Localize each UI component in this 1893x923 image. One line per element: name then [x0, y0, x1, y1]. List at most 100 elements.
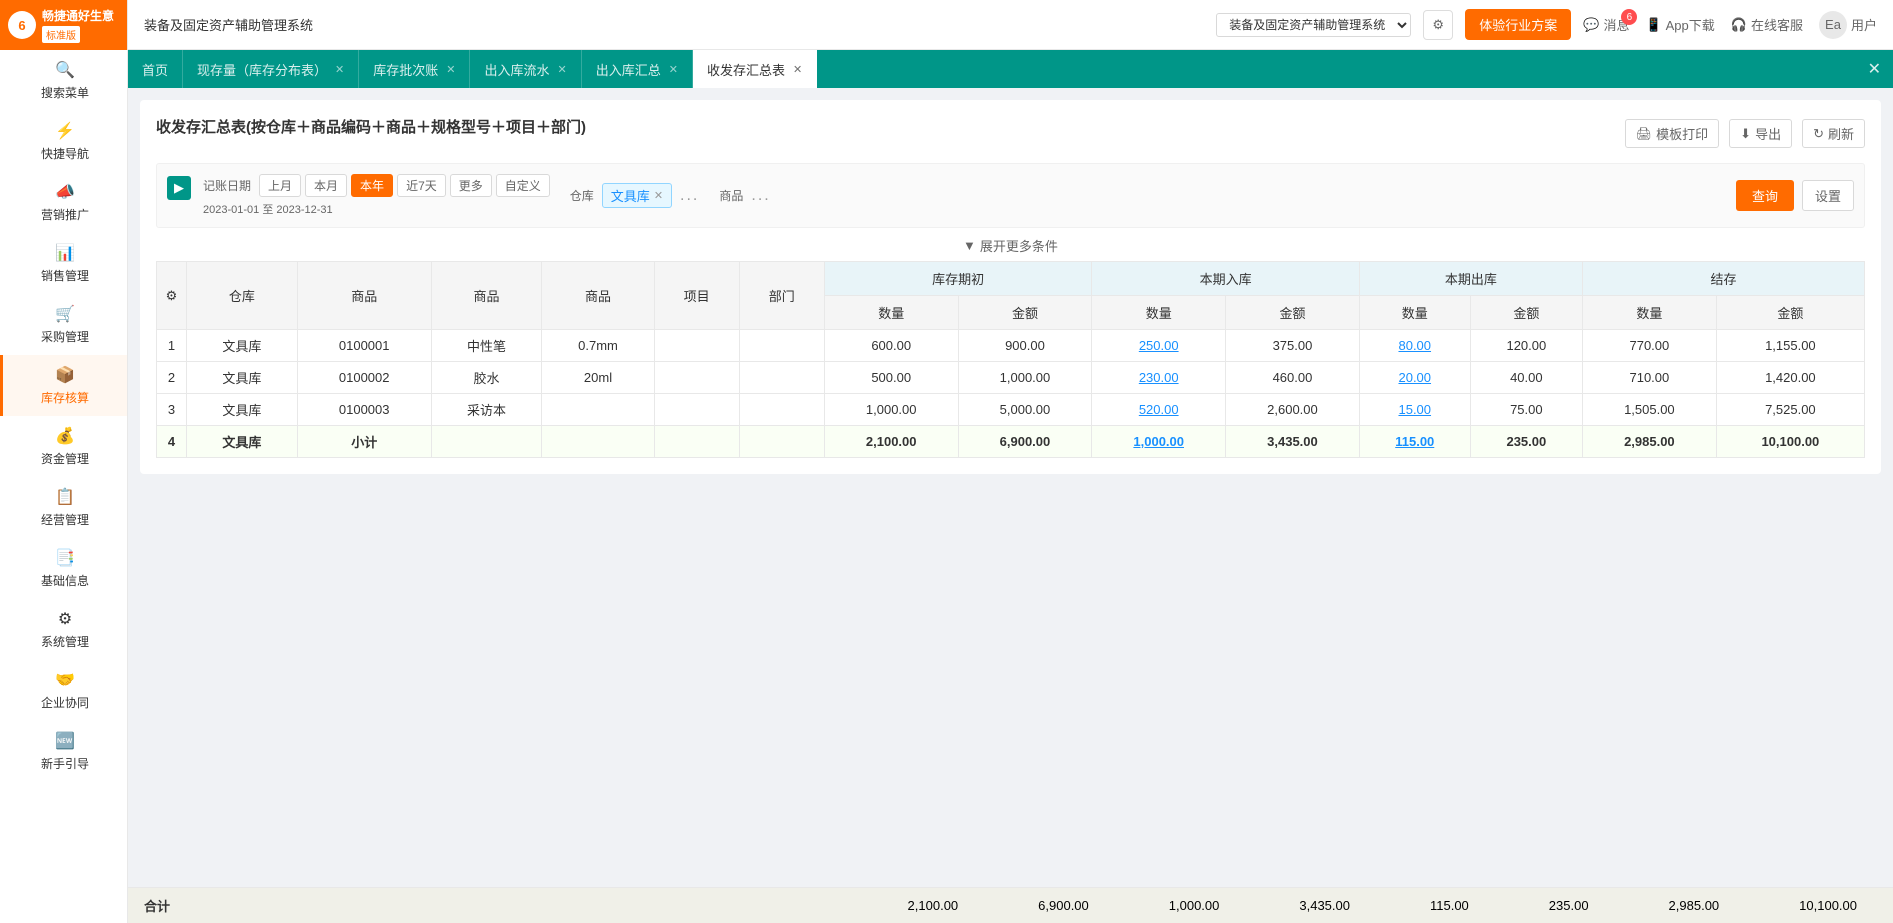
date-btn-last-month[interactable]: 上月	[259, 174, 301, 197]
page-content: 收发存汇总表(按仓库＋商品编码＋商品＋规格型号＋项目＋部门) 🖨 模板打印 ⬇ …	[128, 88, 1893, 887]
subtotal-in-amount: 3,435.00	[1226, 426, 1360, 458]
goods-dots[interactable]: ...	[751, 187, 770, 205]
col-in-qty: 数量	[1092, 296, 1226, 330]
date-btn-this-year[interactable]: 本年	[351, 174, 393, 197]
print-button[interactable]: 🖨 模板打印	[1625, 119, 1720, 148]
export-button[interactable]: ⬇ 导出	[1729, 119, 1792, 148]
megaphone-icon: 📣	[55, 182, 75, 202]
subtotal-row: 4 文具库 小计 2,100.00 6,900.00 1,000.00 3,43…	[157, 426, 1865, 458]
warehouse-tag: 文具库 ✕	[602, 183, 672, 208]
sidebar-item-basics[interactable]: 📑 基础信息	[0, 538, 127, 599]
tab-stock-dist[interactable]: 现存量（库存分布表） ✕	[183, 50, 359, 88]
date-btn-more[interactable]: 更多	[450, 174, 492, 197]
total-opening-amount: 6,900.00	[1038, 898, 1089, 913]
sidebar-item-sales[interactable]: 📊 销售管理	[0, 233, 127, 294]
settings-button[interactable]: ⚙	[1423, 10, 1453, 40]
row1-out-qty[interactable]: 80.00	[1359, 330, 1470, 362]
tab-inout-flow[interactable]: 出入库流水 ✕	[470, 50, 581, 88]
total-opening-qty: 2,100.00	[908, 898, 959, 913]
sidebar-item-purchase[interactable]: 🛒 采购管理	[0, 294, 127, 355]
col-group-opening: 库存期初	[824, 262, 1092, 296]
sidebar-item-marketing[interactable]: 📣 营销推广	[0, 172, 127, 233]
row3-in-qty[interactable]: 520.00	[1092, 394, 1226, 426]
col-in-amount: 金额	[1226, 296, 1360, 330]
row3-closing-qty: 1,505.00	[1583, 394, 1717, 426]
close-all-tabs-button[interactable]: ✕	[1856, 59, 1893, 79]
collapse-filter-button[interactable]: ▶	[167, 176, 191, 200]
row2-in-qty[interactable]: 230.00	[1092, 362, 1226, 394]
message-action[interactable]: 💬 消息 6	[1583, 15, 1629, 34]
row2-dept	[739, 362, 824, 394]
row2-out-qty[interactable]: 20.00	[1359, 362, 1470, 394]
warehouse-dots[interactable]: ...	[680, 187, 699, 205]
sidebar-item-finance[interactable]: 💰 资金管理	[0, 416, 127, 477]
table-settings-col[interactable]: ⚙	[157, 262, 187, 330]
tab-receipt-summary[interactable]: 收发存汇总表 ✕	[693, 50, 817, 88]
message-badge: 6	[1621, 9, 1637, 25]
row3-warehouse: 文具库	[187, 394, 298, 426]
tab-close-inout-summary[interactable]: ✕	[669, 63, 678, 76]
row3-out-amount: 75.00	[1470, 394, 1582, 426]
top-header: 装备及固定资产辅助管理系统 装备及固定资产辅助管理系统 ⚙ 体验行业方案 💬 消…	[128, 0, 1893, 50]
message-icon: 💬	[1583, 17, 1599, 33]
sidebar-item-inventory[interactable]: 📦 库存核算	[0, 355, 127, 416]
refresh-button[interactable]: ↻ 刷新	[1802, 119, 1865, 148]
row2-code: 0100002	[297, 362, 431, 394]
set-button[interactable]: 设置	[1802, 180, 1854, 211]
col-header-project: 项目	[654, 262, 739, 330]
row3-in-amount: 2,600.00	[1226, 394, 1360, 426]
handshake-icon: 🤝	[55, 670, 75, 690]
app-download-action[interactable]: 📱 App下载	[1645, 15, 1714, 34]
query-button[interactable]: 查询	[1736, 180, 1794, 211]
tabs-bar: 首页 现存量（库存分布表） ✕ 库存批次账 ✕ 出入库流水 ✕ 出入库汇总 ✕ …	[128, 50, 1893, 88]
row3-code: 0100003	[297, 394, 431, 426]
col-closing-amount: 金额	[1716, 296, 1864, 330]
subtotal-out-qty[interactable]: 115.00	[1359, 426, 1470, 458]
subtotal-opening-qty: 2,100.00	[824, 426, 958, 458]
online-service-action[interactable]: 🎧 在线客服	[1731, 15, 1803, 34]
col-header-dept: 部门	[739, 262, 824, 330]
tab-close-receipt-summary[interactable]: ✕	[793, 63, 802, 76]
system-dropdown[interactable]: 装备及固定资产辅助管理系统	[1216, 13, 1411, 37]
date-btn-this-month[interactable]: 本月	[305, 174, 347, 197]
date-label: 记账日期	[203, 177, 251, 194]
row1-spec: 0.7mm	[542, 330, 654, 362]
date-btn-7days[interactable]: 近7天	[397, 174, 446, 197]
chevron-down-icon: ▼	[963, 238, 976, 253]
sidebar-item-search[interactable]: 🔍 搜索菜单	[0, 50, 127, 111]
gear-icon: ⚙	[58, 609, 72, 629]
row3-dept	[739, 394, 824, 426]
row3-out-qty[interactable]: 15.00	[1359, 394, 1470, 426]
try-button[interactable]: 体验行业方案	[1465, 9, 1571, 40]
sidebar-item-newbie[interactable]: 🆕 新手引导	[0, 721, 127, 782]
subtotal-in-qty[interactable]: 1,000.00	[1092, 426, 1226, 458]
row1-project	[654, 330, 739, 362]
sidebar-nav: 🔍 搜索菜单 ⚡ 快捷导航 📣 营销推广 📊 销售管理 🛒 采购管理 📦 库存核…	[0, 50, 127, 923]
sidebar-item-operations[interactable]: 📋 经营管理	[0, 477, 127, 538]
row2-project	[654, 362, 739, 394]
total-closing-amount: 10,100.00	[1799, 898, 1857, 913]
subtotal-out-amount: 235.00	[1470, 426, 1582, 458]
tab-inout-summary[interactable]: 出入库汇总 ✕	[582, 50, 693, 88]
subtotal-warehouse: 文具库	[187, 426, 298, 458]
print-icon: 🖨	[1636, 126, 1653, 142]
expand-more-button[interactable]: ▼ 展开更多条件	[963, 236, 1058, 255]
tab-close-batch[interactable]: ✕	[446, 63, 455, 76]
total-in-qty: 1,000.00	[1169, 898, 1220, 913]
sidebar-item-system[interactable]: ⚙ 系统管理	[0, 599, 127, 660]
date-btn-custom[interactable]: 自定义	[496, 174, 550, 197]
row2-closing-amount: 1,420.00	[1716, 362, 1864, 394]
tab-close-inout-flow[interactable]: ✕	[558, 63, 567, 76]
tab-close-stock-dist[interactable]: ✕	[335, 63, 344, 76]
user-action[interactable]: Ea 用户	[1819, 11, 1877, 39]
data-table: ⚙ 仓库 商品 商品 商品 项目 部门 库存期初 本期入库 本期出库 结存 数量	[156, 261, 1865, 458]
row2-name: 胶水	[431, 362, 542, 394]
tab-batch[interactable]: 库存批次账 ✕	[359, 50, 470, 88]
warehouse-tag-close[interactable]: ✕	[654, 189, 663, 202]
tab-home[interactable]: 首页	[128, 50, 183, 88]
row1-out-amount: 120.00	[1470, 330, 1582, 362]
row1-in-qty[interactable]: 250.00	[1092, 330, 1226, 362]
sidebar-item-corp[interactable]: 🤝 企业协同	[0, 660, 127, 721]
sidebar-item-quicknav[interactable]: ⚡ 快捷导航	[0, 111, 127, 172]
row3-spec	[542, 394, 654, 426]
